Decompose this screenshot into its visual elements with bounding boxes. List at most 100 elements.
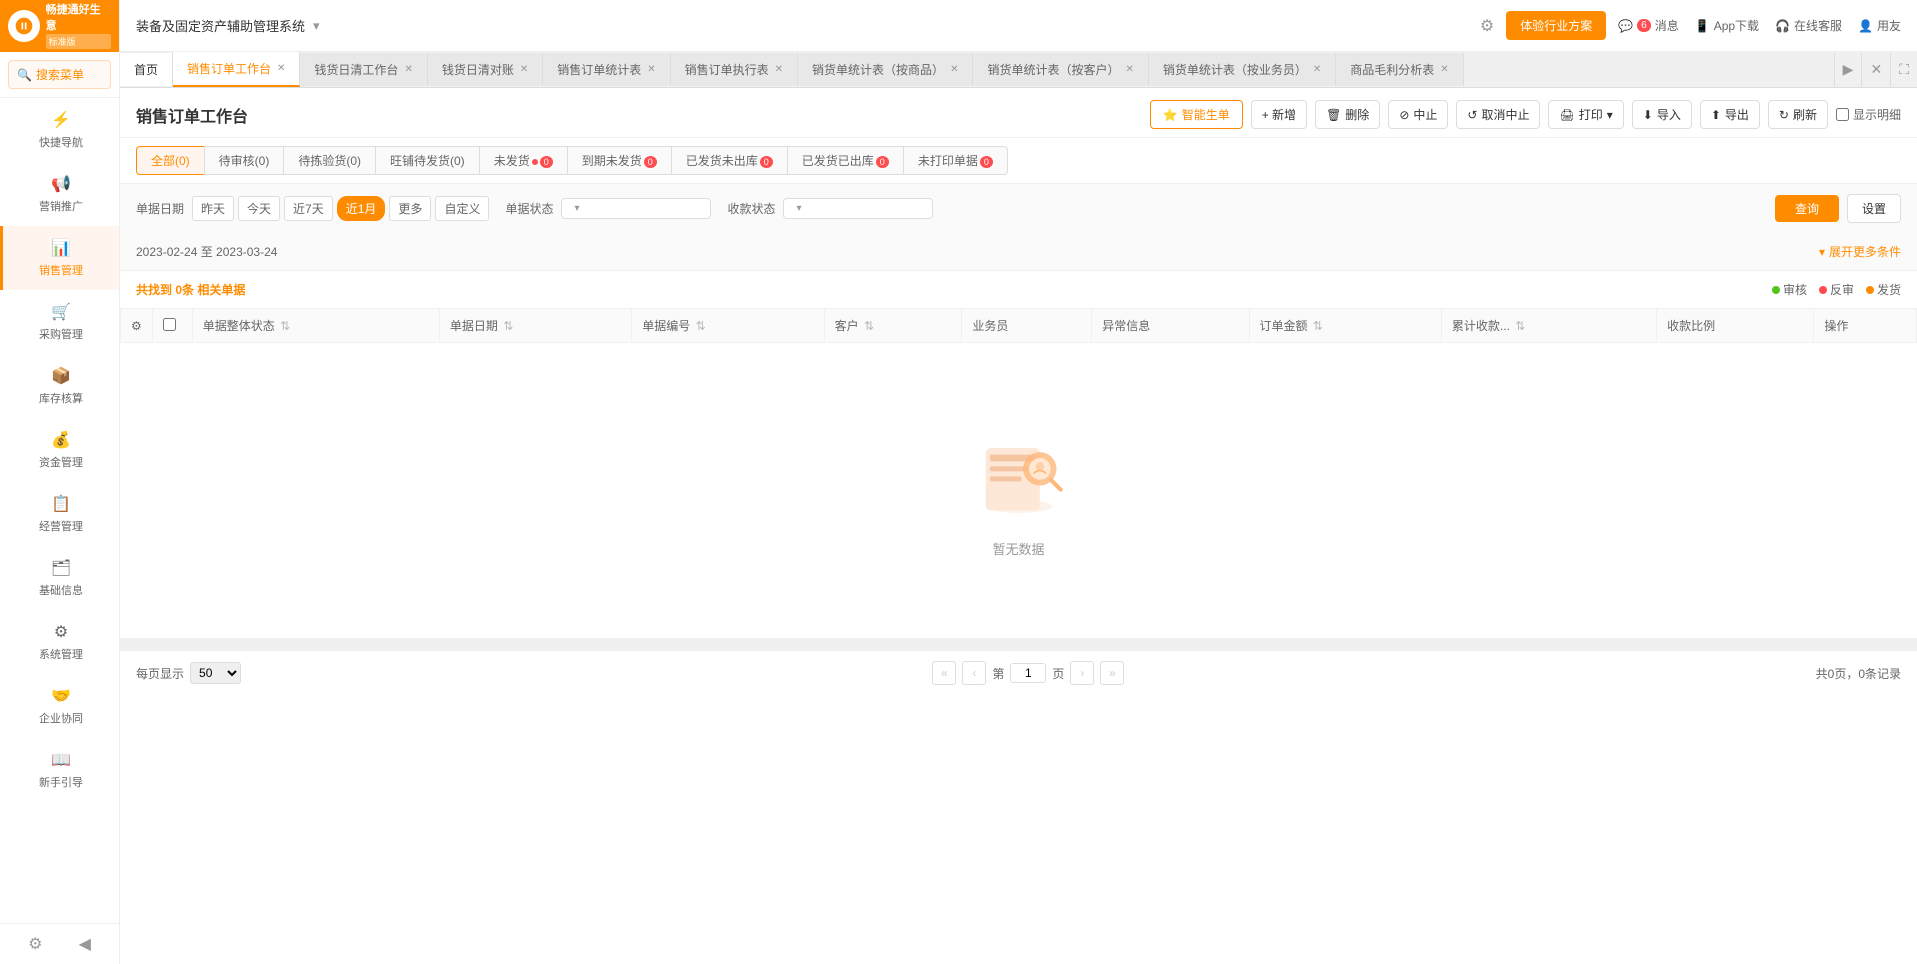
tab-cash-reconcile[interactable]: 钱货日清对账 ✕	[428, 53, 543, 86]
logo-icon	[8, 10, 40, 42]
anti-review-op-button[interactable]: 反审	[1819, 281, 1854, 298]
cancel-stop-button[interactable]: ↺ 取消中止	[1456, 100, 1540, 129]
horizontal-scrollbar[interactable]	[120, 638, 1917, 650]
delete-button[interactable]: 🗑 删除	[1315, 100, 1380, 129]
show-detail-checkbox-label[interactable]: 显示明细	[1836, 106, 1901, 123]
last-page-button[interactable]: »	[1100, 661, 1124, 685]
filter-tab-not-shipped[interactable]: 未发货0	[479, 146, 567, 175]
filter-tabs: 全部(0) 待审核(0) 待拣验货(0) 旺铺待发货(0) 未发货0 到期未发货…	[120, 138, 1917, 184]
ai-generate-button[interactable]: ⭐ 智能生单	[1150, 100, 1243, 129]
tab-returns-stat-customer-close[interactable]: ✕	[1125, 64, 1133, 75]
date-btn-more[interactable]: 更多	[389, 196, 431, 221]
app-download-action[interactable]: 📱 App下载	[1695, 17, 1759, 34]
next-page-button[interactable]: ›	[1070, 661, 1094, 685]
sidebar-item-system[interactable]: ⚙ 系统管理	[0, 610, 119, 674]
sidebar-item-purchase[interactable]: 🛒 采购管理	[0, 290, 119, 354]
query-button[interactable]: 查询	[1775, 195, 1839, 222]
top-header: 装备及固定资产辅助管理系统 ▾ ⚙ 体验行业方案 💬 6 消息 📱 App下载 …	[120, 0, 1917, 52]
filter-tab-shipped-not-out[interactable]: 已发货未出库0	[671, 146, 787, 175]
date-range-display: 2023-02-24 至 2023-03-24	[136, 243, 277, 260]
sidebar-item-inventory[interactable]: 📦 库存核算	[0, 354, 119, 418]
user-action[interactable]: 👤 用友	[1858, 17, 1901, 34]
filter-tab-pending-inspect[interactable]: 待拣验货(0)	[283, 146, 375, 175]
col-status-sort[interactable]: ⇅	[280, 319, 290, 333]
tab-returns-stat-staff-close[interactable]: ✕	[1313, 64, 1321, 75]
online-service-label: 在线客服	[1794, 17, 1842, 34]
message-action[interactable]: 💬 6 消息	[1618, 17, 1679, 34]
pagination: 每页显示 20 50 100 « ‹ 第 页 › » 共0页，0条记录	[120, 650, 1917, 695]
tab-cash-reconcile-close[interactable]: ✕	[520, 64, 528, 75]
date-btn-yesterday[interactable]: 昨天	[192, 196, 234, 221]
tab-close-all[interactable]: ✕	[1861, 53, 1890, 86]
filter-tab-shipped-out[interactable]: 已发货已出库0	[787, 146, 903, 175]
tab-fullscreen[interactable]: ⛶	[1890, 53, 1917, 86]
page-input[interactable]	[1010, 663, 1046, 683]
system-dropdown-icon[interactable]: ▾	[313, 18, 320, 34]
sidebar-item-basic-info[interactable]: 🗂 基础信息	[0, 546, 119, 610]
search-menu-button[interactable]: 🔍 搜索菜单	[8, 60, 111, 89]
date-btn-7days[interactable]: 近7天	[284, 196, 333, 221]
table-gear-col[interactable]: ⚙	[121, 309, 153, 343]
header-gear-icon[interactable]: ⚙	[1480, 16, 1494, 36]
industry-btn[interactable]: 体验行业方案	[1506, 11, 1606, 40]
date-btn-custom[interactable]: 自定义	[435, 196, 489, 221]
col-customer-sort[interactable]: ⇅	[864, 319, 874, 333]
col-amount-sort[interactable]: ⇅	[1313, 319, 1323, 333]
filter-tab-all[interactable]: 全部(0)	[136, 146, 204, 175]
import-button[interactable]: ⬇ 导入	[1632, 100, 1692, 129]
show-detail-checkbox[interactable]	[1836, 108, 1849, 121]
empty-text: 暂无数据	[992, 539, 1044, 558]
col-date-sort[interactable]: ⇅	[503, 319, 513, 333]
per-page-select[interactable]: 20 50 100	[190, 662, 241, 684]
tab-scroll-right[interactable]: ▶	[1834, 53, 1862, 86]
date-btn-1month[interactable]: 近1月	[337, 196, 386, 221]
first-page-button[interactable]: «	[932, 661, 956, 685]
settings-bottom-button[interactable]: ⚙	[28, 934, 42, 954]
sidebar-item-operations[interactable]: 📋 经营管理	[0, 482, 119, 546]
select-all-checkbox[interactable]	[163, 318, 176, 331]
sidebar-item-finance[interactable]: 💰 资金管理	[0, 418, 119, 482]
stop-button[interactable]: ⊘ 中止	[1388, 100, 1448, 129]
tab-returns-stat-staff[interactable]: 销货单统计表（按业务员） ✕	[1149, 53, 1336, 86]
stop-icon: ⊘	[1399, 108, 1409, 122]
add-button[interactable]: + 新增	[1251, 100, 1307, 129]
status-select[interactable]: ▾	[561, 198, 711, 219]
print-button[interactable]: 🖨 打印 ▾	[1548, 100, 1623, 129]
tab-returns-stat-product[interactable]: 销货单统计表（按商品） ✕	[798, 53, 973, 86]
sidebar-item-quick-nav[interactable]: ⚡ 快捷导航	[0, 98, 119, 162]
sidebar-item-guide[interactable]: 📖 新手引导	[0, 738, 119, 802]
sidebar-item-sales[interactable]: 📊 销售管理	[0, 226, 119, 290]
export-button[interactable]: ⬆ 导出	[1700, 100, 1760, 129]
filter-tab-pending-review[interactable]: 待审核(0)	[204, 146, 284, 175]
col-received-sort[interactable]: ⇅	[1515, 319, 1525, 333]
tab-sales-exec-close[interactable]: ✕	[775, 64, 783, 75]
online-service-action[interactable]: 🎧 在线客服	[1775, 17, 1842, 34]
filter-tab-overdue-not-shipped[interactable]: 到期未发货0	[567, 146, 671, 175]
sidebar-item-enterprise[interactable]: 🤝 企业协同	[0, 674, 119, 738]
filter-tab-not-printed[interactable]: 未打印单据0	[903, 146, 1008, 175]
tab-home[interactable]: 首页	[120, 53, 173, 86]
expand-conditions-button[interactable]: ▾ 展开更多条件	[1819, 243, 1901, 260]
ship-op-button[interactable]: 发货	[1866, 281, 1901, 298]
filter-tab-wangpu-deliver[interactable]: 旺铺待发货(0)	[375, 146, 479, 175]
tab-cash-daily-close[interactable]: ✕	[404, 64, 412, 75]
tab-sales-order-close[interactable]: ✕	[277, 63, 285, 74]
tab-returns-stat-customer[interactable]: 销货单统计表（按客户） ✕	[973, 53, 1148, 86]
review-op-button[interactable]: 审核	[1772, 281, 1807, 298]
refresh-button[interactable]: ↻ 刷新	[1768, 100, 1828, 129]
date-btn-today[interactable]: 今天	[238, 196, 280, 221]
tab-sales-stat[interactable]: 销售订单统计表 ✕	[543, 53, 670, 86]
tab-sales-order[interactable]: 销售订单工作台 ✕	[173, 52, 300, 87]
tab-margin-analysis-close[interactable]: ✕	[1440, 64, 1448, 75]
tab-sales-stat-close[interactable]: ✕	[647, 64, 655, 75]
col-number-sort[interactable]: ⇅	[696, 319, 706, 333]
tab-sales-exec[interactable]: 销售订单执行表 ✕	[671, 53, 798, 86]
sidebar-item-marketing[interactable]: 📢 营销推广	[0, 162, 119, 226]
tab-cash-daily[interactable]: 钱货日清工作台 ✕	[300, 53, 427, 86]
filter-settings-button[interactable]: 设置	[1847, 194, 1901, 223]
tab-margin-analysis[interactable]: 商品毛利分析表 ✕	[1336, 53, 1463, 86]
collapse-sidebar-button[interactable]: ◀	[79, 934, 91, 954]
prev-page-button[interactable]: ‹	[962, 661, 986, 685]
tab-returns-stat-product-close[interactable]: ✕	[950, 64, 958, 75]
payment-select[interactable]: ▾	[783, 198, 933, 219]
